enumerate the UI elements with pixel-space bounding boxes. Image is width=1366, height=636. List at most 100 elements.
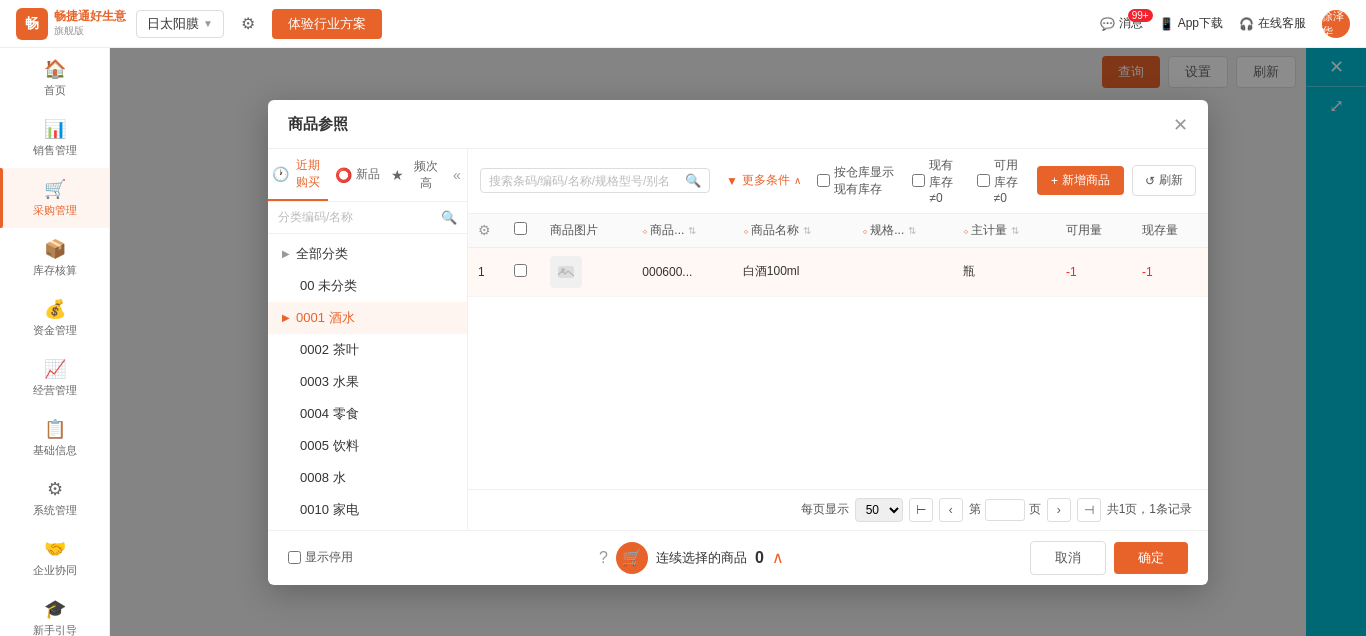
check-available-ne0[interactable]: 现有库存≠0 <box>912 157 964 205</box>
help-icon[interactable]: ? <box>599 549 608 567</box>
sidebar-label-basic-info: 基础信息 <box>33 443 77 458</box>
page-num-wrap: 第 1 页 <box>969 499 1041 521</box>
cat-item-appliances[interactable]: 0010 家电 <box>268 494 467 526</box>
cell-current-stock: -1 <box>1132 247 1208 296</box>
category-list: ▶ 全部分类 00 未分类 ▶ 0001 酒水 <box>268 234 467 530</box>
checkbox-usable-ne0[interactable] <box>977 174 990 187</box>
show-disabled-check[interactable]: 显示停用 <box>288 549 353 566</box>
settings-icon[interactable]: ⚙ <box>232 8 264 40</box>
sidebar-item-finance[interactable]: 💰 资金管理 <box>0 288 109 348</box>
category-panel: 🕐 近期购买 ⭕ 新品 ★ 频次高 « <box>268 149 468 530</box>
sidebar-item-home[interactable]: 🏠 首页 <box>0 48 109 108</box>
nav-message[interactable]: 💬 消息 99+ <box>1100 15 1143 32</box>
checkbox-available-ne0[interactable] <box>912 174 925 187</box>
refresh-button[interactable]: ↺ 刷新 <box>1132 165 1196 196</box>
show-disabled-checkbox[interactable] <box>288 551 301 564</box>
user-menu[interactable]: 徐泽华 <box>1322 10 1350 38</box>
cart-icon[interactable]: 🛒 <box>616 542 648 574</box>
nav-right: 💬 消息 99+ 📱 App下载 🎧 在线客服 徐泽华 <box>1100 10 1350 38</box>
check-usable-ne0[interactable]: 可用库存≠0 <box>977 157 1029 205</box>
cancel-button[interactable]: 取消 <box>1030 541 1106 575</box>
purchase-icon: 🛒 <box>44 178 66 200</box>
cat-item-liquor[interactable]: ▶ 0001 酒水 <box>268 302 467 334</box>
cat-item-uncategorized[interactable]: 00 未分类 <box>268 270 467 302</box>
table-header-row: ⚙ 商品图片 <box>468 214 1208 248</box>
filter-button[interactable]: ▼ 更多条件 ∧ <box>718 168 809 193</box>
service-label: 在线客服 <box>1258 15 1306 32</box>
th-available: 可用量 <box>1056 214 1132 248</box>
cat-item-water[interactable]: 0008 水 <box>268 462 467 494</box>
sidebar-item-business[interactable]: 📈 经营管理 <box>0 348 109 408</box>
nav-customer-service[interactable]: 🎧 在线客服 <box>1239 15 1306 32</box>
checkbox-stock-display[interactable] <box>817 174 830 187</box>
th-spec: ⬦ 规格... ⇅ <box>852 214 952 248</box>
tab-new-product[interactable]: ⭕ 新品 <box>328 149 388 201</box>
sidebar-item-system[interactable]: ⚙ 系统管理 <box>0 468 109 528</box>
page-last-button[interactable]: ⊣ <box>1077 498 1101 522</box>
page-prev-button[interactable]: ‹ <box>939 498 963 522</box>
modal-header: 商品参照 ✕ <box>268 100 1208 149</box>
page-input[interactable]: 1 <box>985 499 1025 521</box>
modal-footer: 显示停用 ? 🛒 连续选择的商品 0 ∧ 取消 确定 <box>268 530 1208 585</box>
cat-item-snacks[interactable]: 0004 零食 <box>268 398 467 430</box>
add-product-button[interactable]: + 新增商品 <box>1037 166 1124 195</box>
app-label: App下载 <box>1178 15 1223 32</box>
cat-label-liquor: 0001 酒水 <box>296 309 355 327</box>
product-search-input[interactable] <box>489 174 679 188</box>
app-icon: 📱 <box>1159 17 1174 31</box>
sidebar-item-guide[interactable]: 🎓 新手引导 <box>0 588 109 636</box>
cat-item-tea[interactable]: 0002 茶叶 <box>268 334 467 366</box>
category-search-icon[interactable]: 🔍 <box>441 210 457 225</box>
page-label: 第 <box>969 501 981 518</box>
filter-icon: ▼ <box>726 174 738 188</box>
product-search-icon[interactable]: 🔍 <box>685 173 701 188</box>
product-reference-modal: 商品参照 ✕ 🕐 近期购买 ⭕ <box>268 100 1208 585</box>
collapse-category-button[interactable]: « <box>447 149 467 201</box>
tab-frequent[interactable]: ★ 频次高 <box>387 149 447 201</box>
cell-spec <box>852 247 952 296</box>
check-stock-display[interactable]: 按仓库显示现有库存 <box>817 164 901 198</box>
confirm-button[interactable]: 确定 <box>1114 542 1188 574</box>
category-search-input[interactable] <box>278 210 435 224</box>
product-table-wrap: ⚙ 商品图片 <box>468 214 1208 489</box>
modal-close-button[interactable]: ✕ <box>1173 114 1188 136</box>
cat-item-all[interactable]: ▶ 全部分类 <box>268 238 467 270</box>
cat-item-fruit[interactable]: 0003 水果 <box>268 366 467 398</box>
modal-body: 🕐 近期购买 ⭕ 新品 ★ 频次高 « <box>268 149 1208 530</box>
sort-unit-arrow: ⇅ <box>1011 225 1019 236</box>
cart-count: 0 <box>755 549 764 567</box>
store-dropdown[interactable]: 日太阳膜 ▼ <box>136 10 224 38</box>
table-row[interactable]: 1 <box>468 247 1208 296</box>
table-settings-icon[interactable]: ⚙ <box>478 222 491 238</box>
sidebar-item-sales[interactable]: 📊 销售管理 <box>0 108 109 168</box>
footer-collapse-button[interactable]: ∧ <box>772 548 784 567</box>
check-available-label: 现有库存≠0 <box>929 157 964 205</box>
cart-label: 连续选择的商品 <box>656 549 747 567</box>
sidebar-label-business: 经营管理 <box>33 383 77 398</box>
category-tabs: 🕐 近期购买 ⭕ 新品 ★ 频次高 « <box>268 149 467 202</box>
row-checkbox[interactable] <box>514 264 527 277</box>
cat-arrow-liquor: ▶ <box>282 312 290 323</box>
product-toolbar: 🔍 ▼ 更多条件 ∧ 按仓库显示现有库存 <box>468 149 1208 214</box>
tab-recent-purchase[interactable]: 🕐 近期购买 <box>268 149 328 201</box>
refresh-icon: ↺ <box>1145 174 1155 188</box>
select-all-checkbox[interactable] <box>514 222 527 235</box>
add-icon: + <box>1051 174 1058 188</box>
sidebar-item-basic-info[interactable]: 📋 基础信息 <box>0 408 109 468</box>
new-icon: ⭕ <box>335 167 352 183</box>
sidebar-item-purchase[interactable]: 🛒 采购管理 <box>0 168 109 228</box>
product-search-box: 🔍 <box>480 168 710 193</box>
page-next-button[interactable]: › <box>1047 498 1071 522</box>
nav-app-download[interactable]: 📱 App下载 <box>1159 15 1223 32</box>
sidebar-item-enterprise[interactable]: 🤝 企业协同 <box>0 528 109 588</box>
th-gear: ⚙ <box>468 214 504 248</box>
page-size-select[interactable]: 50 <box>855 498 903 522</box>
sort-name-icon: ⬦ <box>743 225 749 236</box>
content-area: 查询 设置 刷新 ✕ ⤢ 商品参照 ✕ <box>110 48 1366 636</box>
footer-left: 显示停用 <box>288 549 353 566</box>
page-first-button[interactable]: ⊢ <box>909 498 933 522</box>
cat-item-drinks[interactable]: 0005 饮料 <box>268 430 467 462</box>
main-layout: 🏠 首页 📊 销售管理 🛒 采购管理 📦 库存核算 💰 资金管理 📈 经营管理 … <box>0 48 1366 636</box>
cta-button[interactable]: 体验行业方案 <box>272 9 382 39</box>
sidebar-item-inventory[interactable]: 📦 库存核算 <box>0 228 109 288</box>
